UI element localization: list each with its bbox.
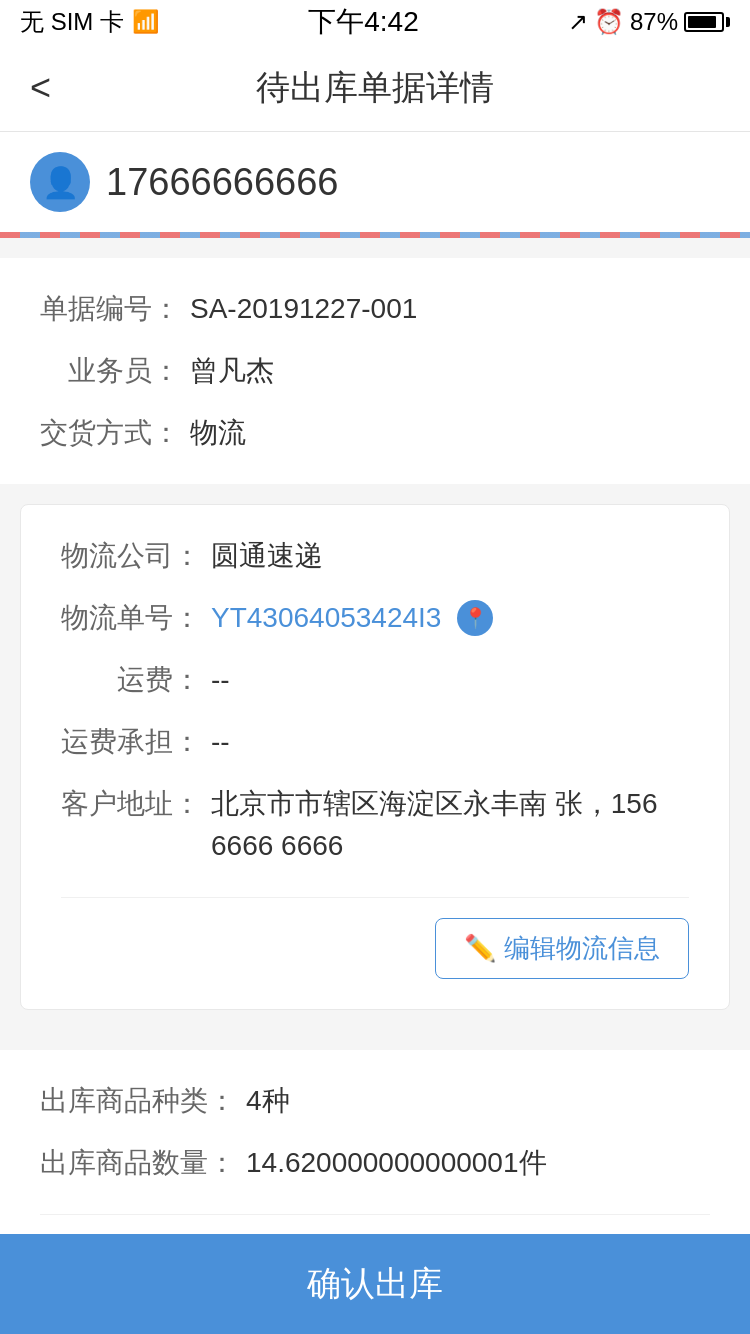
freight-row: 运费： -- [61,659,689,701]
freight-value: -- [211,659,689,701]
page-title: 待出库单据详情 [256,65,494,111]
edit-logistics-button[interactable]: ✏️ 编辑物流信息 [435,918,689,979]
product-types-value: 4种 [246,1080,710,1122]
confirm-bar[interactable]: 确认出库 [0,1234,750,1334]
address-label: 客户地址： [61,783,211,825]
tracking-row: 物流单号： YT43064053424I3 📍 [61,597,689,639]
location-pin-icon[interactable]: 📍 [457,600,493,636]
logistics-company-label: 物流公司： [61,535,211,577]
carrier-text: 无 SIM 卡 [20,6,124,38]
product-quantity-value: 14.620000000000001件 [246,1142,710,1184]
edit-icon: ✏️ [464,933,496,964]
address-value: 北京市市辖区海淀区永丰南 张，156 6666 6666 [211,783,689,867]
product-quantity-row: 出库商品数量： 14.620000000000001件 [40,1142,710,1184]
logistics-company-row: 物流公司： 圆通速递 [61,535,689,577]
address-row: 客户地址： 北京市市辖区海淀区永丰南 张，156 6666 6666 [61,783,689,867]
logistics-company-value: 圆通速递 [211,535,689,577]
wifi-icon: 📶 [132,9,159,35]
avatar-icon: 👤 [42,165,79,200]
delivery-label: 交货方式： [40,412,190,454]
tracking-value-row: YT43064053424I3 📍 [211,597,493,639]
salesman-value: 曾凡杰 [190,350,710,392]
delivery-row: 交货方式： 物流 [40,412,710,454]
product-types-label: 出库商品种类： [40,1080,246,1122]
logistics-info-card: 物流公司： 圆通速递 物流单号： YT43064053424I3 📍 运费： -… [20,504,730,1010]
nav-bar: < 待出库单据详情 [0,44,750,132]
order-info-card: 单据编号： SA-20191227-001 业务员： 曾凡杰 交货方式： 物流 [0,258,750,484]
location-icon: ↗ [568,8,588,36]
freight-bear-value: -- [211,721,689,763]
order-no-label: 单据编号： [40,288,190,330]
order-no-row: 单据编号： SA-20191227-001 [40,288,710,330]
salesman-row: 业务员： 曾凡杰 [40,350,710,392]
battery-percent: 87% [630,8,678,36]
customer-phone: 17666666666 [106,161,338,204]
tracking-value: YT43064053424I3 [211,597,441,639]
freight-bear-row: 运费承担： -- [61,721,689,763]
status-time: 下午4:42 [308,3,419,41]
battery-icon [684,12,730,32]
order-no-value: SA-20191227-001 [190,288,710,330]
section-divider [0,1010,750,1030]
freight-label: 运费： [61,659,211,701]
status-bar: 无 SIM 卡 📶 下午4:42 ↗ ⏰ 87% [0,0,750,44]
customer-section: 👤 17666666666 [0,132,750,232]
salesman-label: 业务员： [40,350,190,392]
status-left: 无 SIM 卡 📶 [20,6,159,38]
edit-label: 编辑物流信息 [504,931,660,966]
product-types-row: 出库商品种类： 4种 [40,1080,710,1122]
product-quantity-label: 出库商品数量： [40,1142,246,1184]
delivery-value: 物流 [190,412,710,454]
tracking-label: 物流单号： [61,597,211,639]
alarm-icon: ⏰ [594,8,624,36]
dashed-separator [0,232,750,238]
confirm-button-label: 确认出库 [307,1261,443,1307]
back-button[interactable]: < [20,57,61,119]
edit-btn-row: ✏️ 编辑物流信息 [61,897,689,979]
freight-bear-label: 运费承担： [61,721,211,763]
status-right: ↗ ⏰ 87% [568,8,730,36]
avatar: 👤 [30,152,90,212]
